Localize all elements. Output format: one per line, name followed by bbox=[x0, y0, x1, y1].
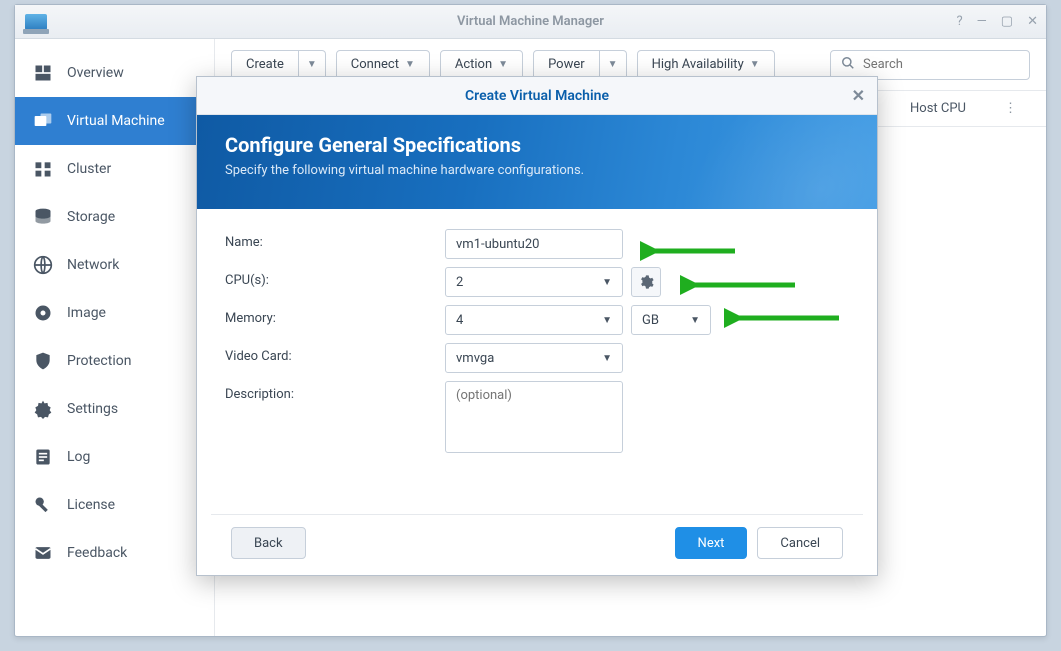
sidebar-item-label: Virtual Machine bbox=[67, 113, 165, 129]
settings-icon bbox=[33, 399, 53, 419]
video-select[interactable]: vmvga ▼ bbox=[445, 343, 623, 373]
cpu-label: CPU(s): bbox=[225, 267, 445, 288]
description-textarea[interactable] bbox=[445, 381, 623, 453]
sidebar-item-protection[interactable]: Protection bbox=[15, 337, 214, 385]
ha-button[interactable]: High Availability▼ bbox=[637, 50, 775, 80]
cpu-select[interactable]: 2 ▼ bbox=[445, 267, 623, 297]
chevron-down-icon: ▼ bbox=[405, 59, 415, 70]
sidebar-item-image[interactable]: Image bbox=[15, 289, 214, 337]
log-icon bbox=[33, 447, 53, 467]
sidebar-item-storage[interactable]: Storage bbox=[15, 193, 214, 241]
power-button[interactable]: Power bbox=[533, 50, 600, 80]
close-window-icon[interactable]: ✕ bbox=[1027, 14, 1038, 29]
chevron-down-icon: ▼ bbox=[690, 315, 700, 326]
sidebar: Overview Virtual Machine Cluster Storage… bbox=[15, 39, 215, 636]
sidebar-item-virtual-machine[interactable]: Virtual Machine bbox=[15, 97, 214, 145]
image-icon bbox=[33, 303, 53, 323]
modal-subtitle: Specify the following virtual machine ha… bbox=[225, 163, 849, 178]
connect-button[interactable]: Connect▼ bbox=[336, 50, 430, 80]
sidebar-item-network[interactable]: Network bbox=[15, 241, 214, 289]
memory-select[interactable]: 4 ▼ bbox=[445, 305, 623, 335]
sidebar-item-label: Settings bbox=[67, 401, 118, 417]
storage-icon bbox=[33, 207, 53, 227]
name-input[interactable] bbox=[445, 229, 623, 259]
sidebar-item-label: Network bbox=[67, 257, 119, 273]
modal-heading: Configure General Specifications bbox=[225, 133, 849, 157]
modal-title: Create Virtual Machine bbox=[465, 88, 609, 104]
action-button[interactable]: Action▼ bbox=[440, 50, 523, 80]
description-label: Description: bbox=[225, 381, 445, 402]
search-icon bbox=[841, 55, 855, 74]
search-box[interactable] bbox=[830, 50, 1030, 80]
minimize-icon[interactable]: — bbox=[977, 14, 987, 29]
create-dropdown[interactable]: ▼ bbox=[299, 50, 326, 80]
memory-label: Memory: bbox=[225, 305, 445, 326]
sidebar-item-cluster[interactable]: Cluster bbox=[15, 145, 214, 193]
sidebar-item-label: License bbox=[67, 497, 115, 513]
chevron-down-icon: ▼ bbox=[608, 59, 618, 70]
sidebar-item-feedback[interactable]: Feedback bbox=[15, 529, 214, 577]
protection-icon bbox=[33, 351, 53, 371]
vm-icon bbox=[33, 111, 53, 131]
table-columns-more-icon[interactable]: ⋮ bbox=[996, 101, 1025, 116]
help-icon[interactable]: ? bbox=[956, 14, 962, 29]
window-title: Virtual Machine Manager bbox=[15, 14, 1046, 29]
back-button[interactable]: Back bbox=[231, 527, 306, 559]
video-label: Video Card: bbox=[225, 343, 445, 364]
overview-icon bbox=[33, 63, 53, 83]
table-col-host-cpu[interactable]: Host CPU bbox=[910, 101, 966, 116]
sidebar-item-label: Protection bbox=[67, 353, 131, 369]
chevron-down-icon: ▼ bbox=[602, 277, 612, 288]
next-button[interactable]: Next bbox=[675, 527, 748, 559]
sidebar-item-label: Overview bbox=[67, 65, 124, 81]
cpu-settings-button[interactable] bbox=[631, 267, 661, 297]
chevron-down-icon: ▼ bbox=[602, 353, 612, 364]
name-label: Name: bbox=[225, 229, 445, 250]
search-input[interactable] bbox=[863, 57, 1029, 72]
modal-titlebar: Create Virtual Machine ✕ bbox=[197, 77, 877, 115]
modal-banner: Configure General Specifications Specify… bbox=[197, 115, 877, 209]
modal-footer: Back Next Cancel bbox=[211, 514, 863, 575]
gear-icon bbox=[638, 274, 654, 290]
modal-body: Name: CPU(s): 2 ▼ Memory: 4 bbox=[197, 209, 877, 514]
titlebar: Virtual Machine Manager ? — ▢ ✕ bbox=[15, 5, 1046, 39]
network-icon bbox=[33, 255, 53, 275]
sidebar-item-overview[interactable]: Overview bbox=[15, 49, 214, 97]
sidebar-item-label: Feedback bbox=[67, 545, 127, 561]
feedback-icon bbox=[33, 543, 53, 563]
sidebar-item-label: Cluster bbox=[67, 161, 111, 177]
power-dropdown[interactable]: ▼ bbox=[600, 50, 627, 80]
create-vm-modal: Create Virtual Machine ✕ Configure Gener… bbox=[196, 76, 878, 576]
create-button[interactable]: Create bbox=[231, 50, 299, 80]
chevron-down-icon: ▼ bbox=[307, 59, 317, 70]
license-icon bbox=[33, 495, 53, 515]
close-icon[interactable]: ✕ bbox=[852, 86, 865, 105]
sidebar-item-settings[interactable]: Settings bbox=[15, 385, 214, 433]
sidebar-item-license[interactable]: License bbox=[15, 481, 214, 529]
chevron-down-icon: ▼ bbox=[498, 59, 508, 70]
cluster-icon bbox=[33, 159, 53, 179]
sidebar-item-label: Storage bbox=[67, 209, 115, 225]
chevron-down-icon: ▼ bbox=[602, 315, 612, 326]
maximize-icon[interactable]: ▢ bbox=[1001, 14, 1013, 29]
cancel-button[interactable]: Cancel bbox=[757, 527, 843, 559]
chevron-down-icon: ▼ bbox=[750, 59, 760, 70]
sidebar-item-label: Image bbox=[67, 305, 106, 321]
memory-unit-select[interactable]: GB ▼ bbox=[631, 305, 711, 335]
sidebar-item-label: Log bbox=[67, 449, 90, 465]
sidebar-item-log[interactable]: Log bbox=[15, 433, 214, 481]
